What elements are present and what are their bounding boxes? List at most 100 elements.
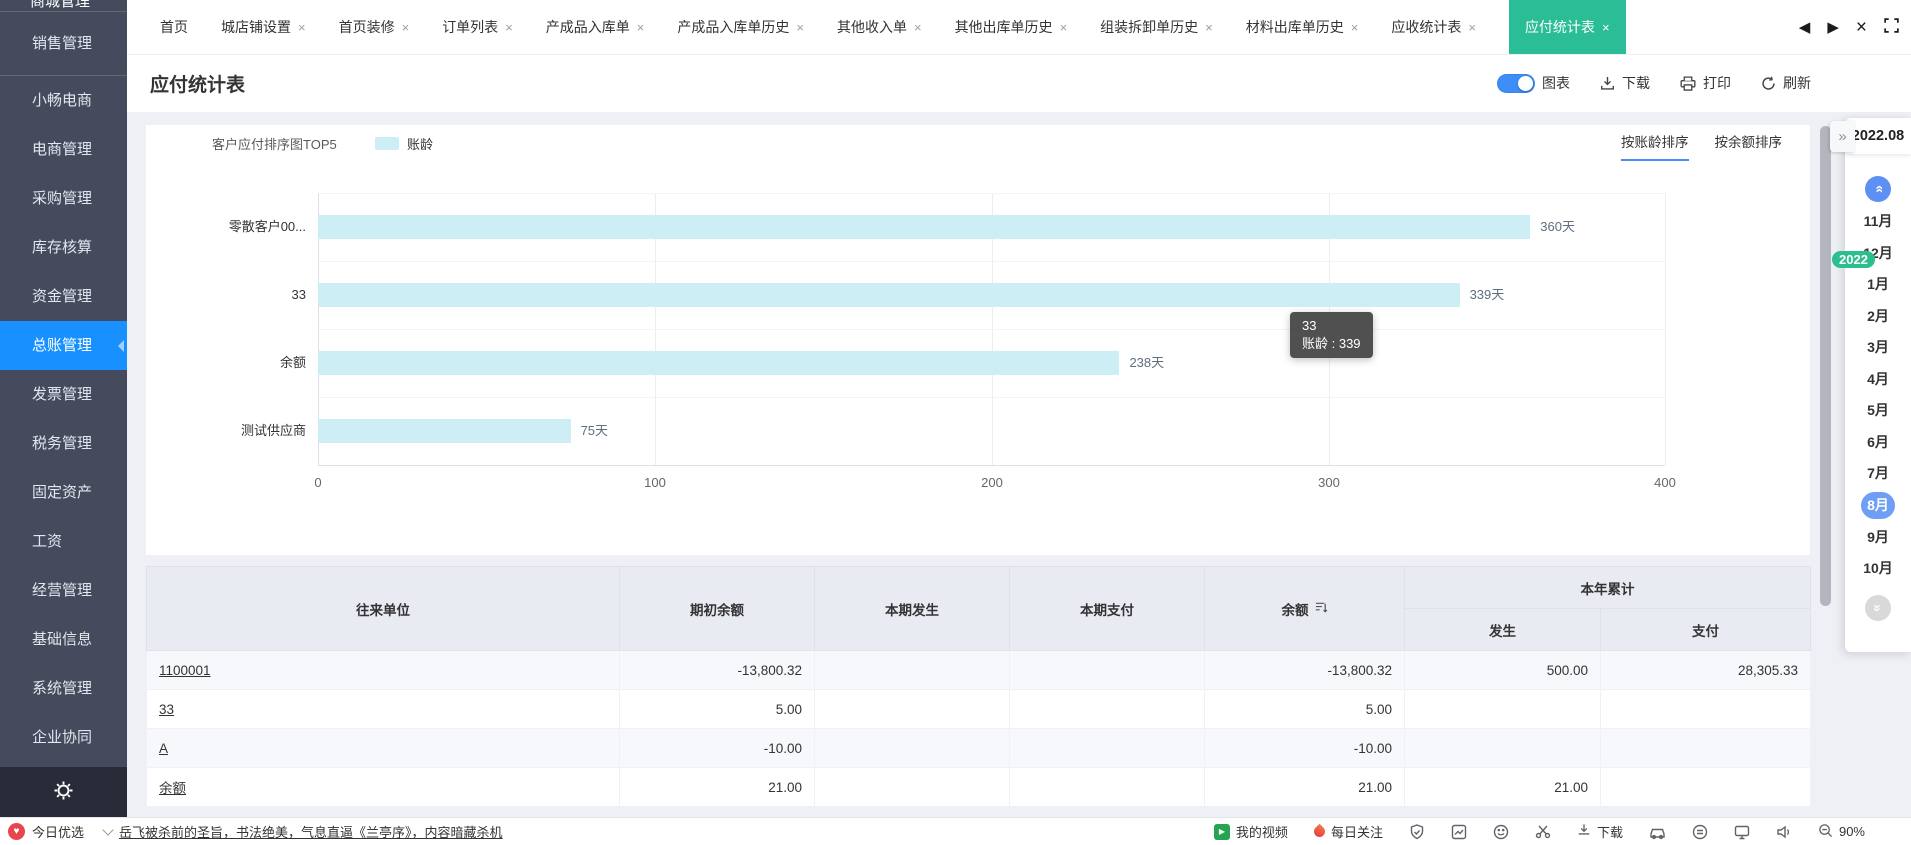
daily-follow-button[interactable]: 每日关注 [1311, 822, 1383, 841]
tab-close-icon[interactable]: × [1060, 20, 1068, 35]
bar-aging[interactable] [318, 351, 1120, 375]
speaker-icon[interactable] [1776, 824, 1792, 840]
tab-receivable-stats[interactable]: 应收统计表 × [1391, 0, 1476, 54]
shield-icon[interactable] [1409, 823, 1425, 840]
month-item[interactable]: 4月 [1867, 368, 1889, 390]
col-header-ytd-occur[interactable]: 发生 [1404, 608, 1601, 651]
bar-aging[interactable] [318, 215, 1531, 239]
col-header-current-occur[interactable]: 本期发生 [814, 566, 1010, 651]
col-header-ytd-pay[interactable]: 支付 [1600, 608, 1811, 651]
sidebar-item-inventory[interactable]: 库存核算 [0, 223, 127, 272]
sidebar-item-basic-info[interactable]: 基础信息 [0, 615, 127, 664]
smiley-icon[interactable] [1493, 824, 1509, 840]
month-item[interactable]: 6月 [1867, 431, 1889, 453]
month-item[interactable]: 7月 [1867, 462, 1889, 484]
tab-shop-settings[interactable]: 城店铺设置 × [221, 0, 306, 54]
tab-close-icon[interactable]: × [1205, 20, 1213, 35]
tab-close-icon[interactable]: × [914, 20, 922, 35]
sidebar-item-general-ledger[interactable]: 总账管理 [0, 321, 127, 370]
month-item[interactable]: 10月 [1863, 557, 1893, 579]
sidebar-settings-button[interactable] [0, 767, 127, 818]
chart-toggle[interactable]: 图表 [1497, 73, 1570, 93]
sort-by-aging-tab[interactable]: 按账龄排序 [1621, 131, 1689, 161]
col-header-balance[interactable]: 余额 [1204, 566, 1405, 651]
tab-scroll-left-icon[interactable]: ◀ [1799, 20, 1811, 35]
tab-other-income[interactable]: 其他收入单 × [837, 0, 922, 54]
vehicle-icon[interactable] [1649, 824, 1666, 840]
col-header-current-pay[interactable]: 本期支付 [1009, 566, 1205, 651]
month-item[interactable]: 5月 [1867, 399, 1889, 421]
tab-close-icon[interactable]: × [505, 20, 513, 35]
sidebar-item-system[interactable]: 系统管理 [0, 664, 127, 713]
sort-by-balance-tab[interactable]: 按余额排序 [1715, 131, 1783, 161]
sort-icon[interactable] [1315, 601, 1328, 617]
unit-link[interactable]: A [159, 741, 168, 756]
toggle-on-icon[interactable] [1497, 73, 1535, 93]
tab-close-icon[interactable]: × [298, 20, 306, 35]
unit-link[interactable]: 33 [159, 702, 174, 717]
bar-aging[interactable] [318, 419, 571, 443]
sidebar-item-invoice[interactable]: 发票管理 [0, 370, 127, 419]
scroll-months-up-button[interactable]: » [1865, 176, 1891, 202]
download-button[interactable]: 下载 [1600, 73, 1650, 93]
tab-close-icon[interactable]: × [1468, 20, 1476, 35]
sidebar-item-funds[interactable]: 资金管理 [0, 272, 127, 321]
chevron-down-icon[interactable] [102, 824, 114, 836]
tab-close-icon[interactable]: × [1602, 20, 1610, 35]
zoom-out-icon[interactable] [1818, 823, 1833, 841]
sidebar-item-sales[interactable]: 销售管理 [0, 12, 127, 75]
month-item[interactable]: 11月 [1864, 210, 1893, 232]
tab-close-icon[interactable]: × [402, 20, 410, 35]
sidebar-item-payroll[interactable]: 工资 [0, 517, 127, 566]
collapse-panel-button[interactable]: » [1830, 121, 1855, 152]
badge-circle-icon[interactable] [1692, 824, 1708, 840]
tab-home[interactable]: 首页 [160, 0, 188, 54]
tab-close-icon[interactable]: × [796, 20, 804, 35]
tab-finished-inbound-history[interactable]: 产成品入库单历史 × [677, 0, 804, 54]
scroll-months-down-button[interactable]: » [1865, 594, 1891, 621]
monitor-icon[interactable] [1734, 824, 1750, 840]
tab-close-icon[interactable]: × [1351, 20, 1359, 35]
sidebar-item-fixed-assets[interactable]: 固定资产 [0, 468, 127, 517]
month-item[interactable]: 2月 [1867, 305, 1889, 327]
sidebar-item-purchase[interactable]: 采购管理 [0, 174, 127, 223]
refresh-button[interactable]: 刷新 [1761, 73, 1811, 93]
sidebar-item-collaboration[interactable]: 企业协同 [0, 713, 127, 762]
sidebar-item-xiaochang-ecom[interactable]: 小畅电商 [0, 76, 127, 125]
news-headline-link[interactable]: 岳飞被杀前的圣旨，书法绝美，气息直逼《兰亭序》，内容暗藏杀机 [119, 822, 503, 841]
sidebar-item-operations[interactable]: 经营管理 [0, 566, 127, 615]
tab-order-list[interactable]: 订单列表 × [442, 0, 513, 54]
brand-label[interactable]: 今日优选 [32, 822, 84, 841]
month-item[interactable]: 3月 [1867, 336, 1889, 358]
tab-other-outbound-history[interactable]: 其他出库单历史 × [955, 0, 1068, 54]
unit-link[interactable]: 1100001 [159, 663, 211, 678]
tab-scroll-right-icon[interactable]: ▶ [1827, 20, 1839, 35]
tab-finished-inbound[interactable]: 产成品入库单 × [546, 0, 645, 54]
sidebar-item-partial[interactable]: 商城管理 [0, 0, 127, 11]
bar-aging[interactable] [318, 283, 1460, 307]
zoom-control[interactable]: 90% [1818, 823, 1865, 841]
month-item[interactable]: 1月 [1867, 273, 1889, 295]
fullscreen-icon[interactable] [1884, 18, 1899, 36]
heart-icon[interactable]: ♥ [8, 823, 25, 840]
tab-assembly-history[interactable]: 组装拆卸单历史 × [1100, 0, 1213, 54]
month-item-active[interactable]: 8月 [1861, 491, 1895, 519]
my-video-button[interactable]: ▶ 我的视频 [1213, 822, 1288, 841]
chart-icon[interactable] [1451, 824, 1467, 840]
statusbar-download-button[interactable]: 下载 [1577, 822, 1623, 841]
tab-close-icon[interactable]: × [637, 20, 645, 35]
tab-payable-stats[interactable]: 应付统计表 × [1508, 0, 1626, 54]
scissors-icon[interactable] [1535, 824, 1551, 840]
panel-drag-handle[interactable] [1820, 126, 1831, 606]
print-button[interactable]: 打印 [1680, 73, 1731, 93]
sidebar-item-tax[interactable]: 税务管理 [0, 419, 127, 468]
col-header-unit[interactable]: 往来单位 [146, 566, 620, 651]
month-item[interactable]: 9月 [1867, 526, 1889, 548]
col-header-opening[interactable]: 期初余额 [619, 566, 815, 651]
tab-home-decor[interactable]: 首页装修 × [339, 0, 410, 54]
unit-link[interactable]: 余额 [159, 781, 186, 796]
sidebar-item-ecom-mgmt[interactable]: 电商管理 [0, 125, 127, 174]
tab-material-outbound-history[interactable]: 材料出库单历史 × [1246, 0, 1359, 54]
chart-legend[interactable]: 账龄 [375, 134, 433, 153]
close-icon[interactable]: × [1856, 18, 1867, 37]
